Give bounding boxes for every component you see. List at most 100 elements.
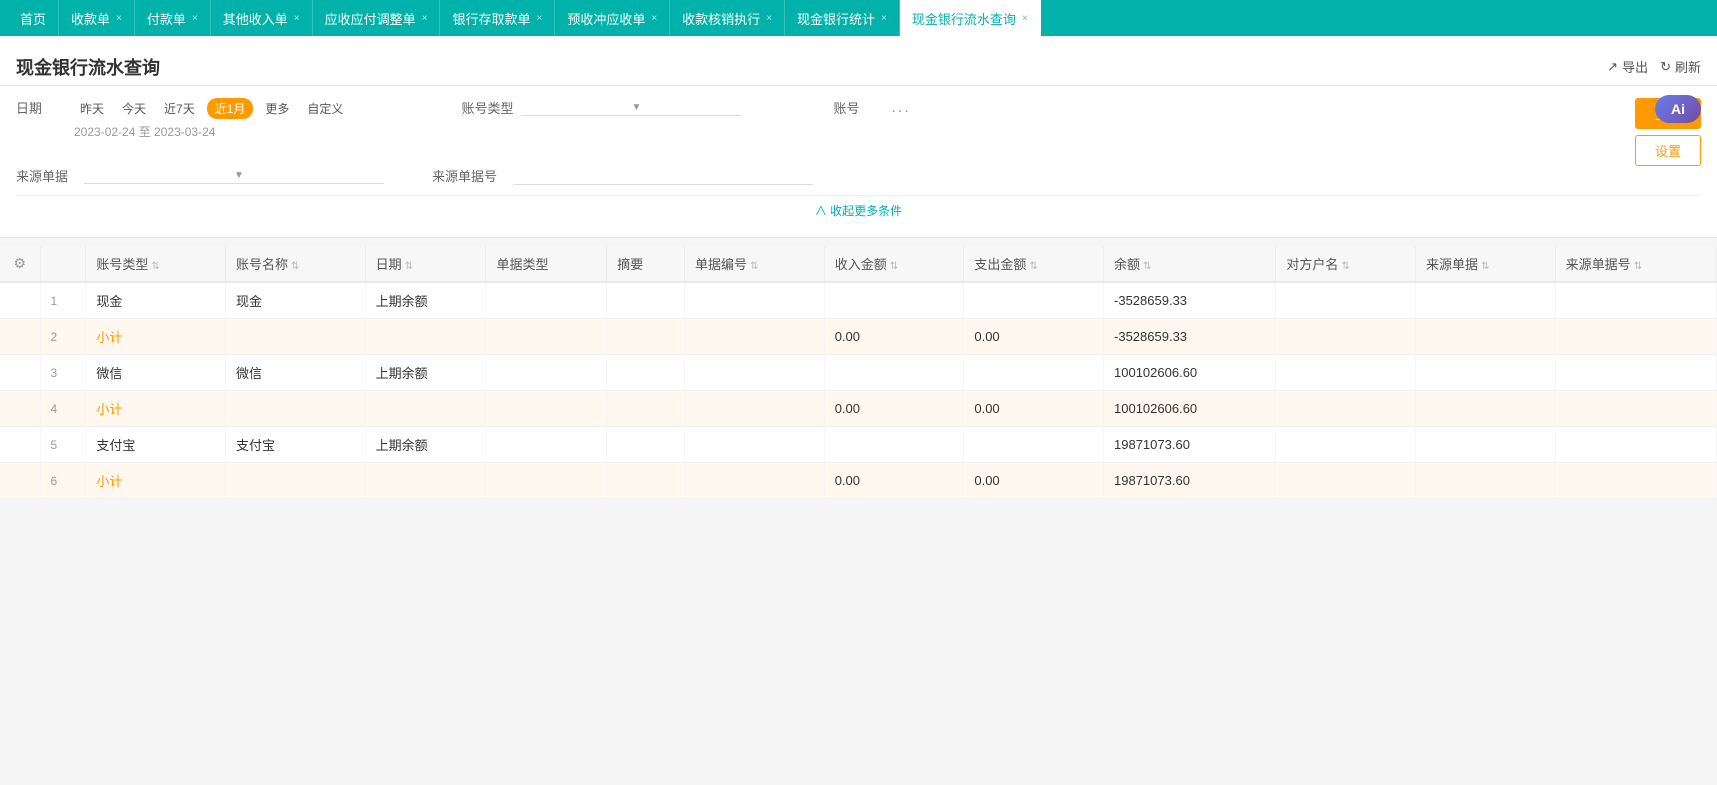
nav-cash-flow-query[interactable]: 现金银行流水查询 × bbox=[900, 0, 1041, 36]
row-index: 5 bbox=[40, 427, 86, 463]
sort-balance-icon: ⇅ bbox=[1143, 261, 1151, 272]
col-doc-type: 单据类型 bbox=[486, 246, 607, 282]
col-source-doc-no[interactable]: 来源单据号⇅ bbox=[1555, 246, 1716, 282]
account-dots[interactable]: ... bbox=[891, 99, 910, 117]
row-gear-cell bbox=[0, 391, 40, 427]
close-bank-deposit-icon[interactable]: × bbox=[536, 13, 542, 24]
data-table: ⚙ 账号类型⇅ 账号名称⇅ 日期⇅ 单据类型 摘要 单据编号⇅ 收入金额⇅ 支出… bbox=[0, 246, 1717, 499]
col-account-type[interactable]: 账号类型⇅ bbox=[86, 246, 226, 282]
close-payment-icon[interactable]: × bbox=[192, 13, 198, 24]
row-index: 4 bbox=[40, 391, 86, 427]
source-doc-num-field[interactable] bbox=[517, 168, 809, 182]
row-income bbox=[824, 427, 964, 463]
page-title: 现金银行流水查询 bbox=[16, 54, 160, 80]
row-account-type: 现金 bbox=[86, 282, 226, 319]
date-today[interactable]: 今天 bbox=[116, 98, 152, 119]
row-date bbox=[365, 463, 486, 499]
row-source-doc bbox=[1416, 282, 1556, 319]
col-summary: 摘要 bbox=[607, 246, 685, 282]
col-gear[interactable]: ⚙ bbox=[0, 246, 40, 282]
row-income: 0.00 bbox=[824, 463, 964, 499]
ai-badge[interactable]: Ai bbox=[1655, 95, 1701, 123]
row-account-name bbox=[225, 391, 365, 427]
close-receipt-icon[interactable]: × bbox=[116, 13, 122, 24]
table-header-row: ⚙ 账号类型⇅ 账号名称⇅ 日期⇅ 单据类型 摘要 单据编号⇅ 收入金额⇅ 支出… bbox=[0, 246, 1717, 282]
col-account-name[interactable]: 账号名称⇅ bbox=[225, 246, 365, 282]
close-prepay-offset-icon[interactable]: × bbox=[651, 13, 657, 24]
row-account-name: 微信 bbox=[225, 355, 365, 391]
table-row: 2 小计 0.00 0.00 -3528659.33 bbox=[0, 319, 1717, 355]
row-doc-type bbox=[486, 463, 607, 499]
row-expense: 0.00 bbox=[964, 463, 1104, 499]
row-counterparty bbox=[1276, 282, 1416, 319]
source-doc-select[interactable]: ▼ bbox=[84, 168, 384, 184]
collapse-bar[interactable]: ∧ 收起更多条件 bbox=[16, 195, 1701, 225]
nav-receipt[interactable]: 收款单 × bbox=[59, 0, 135, 36]
row-doc-no bbox=[685, 391, 825, 427]
sort-account-name-icon: ⇅ bbox=[291, 261, 299, 272]
close-cash-stats-icon[interactable]: × bbox=[881, 13, 887, 24]
account-type-select[interactable]: ▼ bbox=[521, 100, 741, 116]
date-1month[interactable]: 近1月 bbox=[207, 98, 254, 119]
row-index: 1 bbox=[40, 282, 86, 319]
nav-prepay-offset[interactable]: 预收冲应收单 × bbox=[555, 0, 670, 36]
col-doc-no[interactable]: 单据编号⇅ bbox=[685, 246, 825, 282]
nav-payment[interactable]: 付款单 × bbox=[135, 0, 211, 36]
row-counterparty bbox=[1276, 319, 1416, 355]
setting-button[interactable]: 设置 bbox=[1635, 135, 1701, 166]
date-yesterday[interactable]: 昨天 bbox=[74, 98, 110, 119]
table-row: 4 小计 0.00 0.00 100102606.60 bbox=[0, 391, 1717, 427]
table-body: 1 现金 现金 上期余额 -3528659.33 2 小计 0.00 0.00 … bbox=[0, 282, 1717, 499]
row-expense: 0.00 bbox=[964, 391, 1104, 427]
close-other-income-icon[interactable]: × bbox=[294, 13, 300, 24]
row-account-name bbox=[225, 463, 365, 499]
nav-home[interactable]: 首页 bbox=[8, 0, 59, 36]
date-7days[interactable]: 近7天 bbox=[158, 98, 201, 119]
close-adjustment-icon[interactable]: × bbox=[422, 13, 428, 24]
row-account-type: 微信 bbox=[86, 355, 226, 391]
row-date: 上期余额 bbox=[365, 355, 486, 391]
table-row: 6 小计 0.00 0.00 19871073.60 bbox=[0, 463, 1717, 499]
nav-adjustment[interactable]: 应收应付调整单 × bbox=[313, 0, 441, 36]
col-income[interactable]: 收入金额⇅ bbox=[824, 246, 964, 282]
refresh-button[interactable]: ↻ 刷新 bbox=[1660, 57, 1701, 76]
account-label: 账号 bbox=[833, 98, 883, 117]
date-custom[interactable]: 自定义 bbox=[301, 98, 349, 119]
row-account-type: 小计 bbox=[86, 319, 226, 355]
row-doc-no bbox=[685, 355, 825, 391]
date-shortcuts: 昨天 今天 近7天 近1月 更多 自定义 bbox=[74, 98, 349, 119]
row-doc-no bbox=[685, 463, 825, 499]
col-expense[interactable]: 支出金额⇅ bbox=[964, 246, 1104, 282]
nav-cash-stats[interactable]: 现金银行统计 × bbox=[785, 0, 900, 36]
row-account-name bbox=[225, 319, 365, 355]
data-table-wrap: ⚙ 账号类型⇅ 账号名称⇅ 日期⇅ 单据类型 摘要 单据编号⇅ 收入金额⇅ 支出… bbox=[0, 246, 1717, 499]
account-type-label: 账号类型 bbox=[461, 98, 513, 117]
row-income bbox=[824, 282, 964, 319]
nav-other-income[interactable]: 其他收入单 × bbox=[211, 0, 313, 36]
row-balance: -3528659.33 bbox=[1104, 319, 1276, 355]
close-receipt-exec-icon[interactable]: × bbox=[766, 13, 772, 24]
row-doc-no bbox=[685, 427, 825, 463]
source-doc-num-input[interactable] bbox=[513, 166, 813, 185]
row-expense bbox=[964, 355, 1104, 391]
row-counterparty bbox=[1276, 427, 1416, 463]
row-balance: 100102606.60 bbox=[1104, 355, 1276, 391]
row-source-doc bbox=[1416, 355, 1556, 391]
export-button[interactable]: ↗ 导出 bbox=[1607, 57, 1648, 76]
refresh-icon: ↻ bbox=[1660, 59, 1671, 75]
col-balance[interactable]: 余额⇅ bbox=[1104, 246, 1276, 282]
date-more[interactable]: 更多 bbox=[259, 98, 295, 119]
close-cash-flow-query-icon[interactable]: × bbox=[1022, 13, 1028, 24]
sort-counterparty-icon: ⇅ bbox=[1341, 261, 1349, 272]
nav-receipt-exec[interactable]: 收款核销执行 × bbox=[670, 0, 785, 36]
row-source-doc-no bbox=[1555, 463, 1716, 499]
row-source-doc bbox=[1416, 391, 1556, 427]
col-date[interactable]: 日期⇅ bbox=[365, 246, 486, 282]
page-header: 现金银行流水查询 ↗ 导出 ↻ 刷新 bbox=[0, 36, 1717, 86]
nav-bank-deposit[interactable]: 银行存取款单 × bbox=[440, 0, 555, 36]
row-gear-cell bbox=[0, 355, 40, 391]
col-counterparty[interactable]: 对方户名⇅ bbox=[1276, 246, 1416, 282]
source-doc-label: 来源单据 bbox=[16, 166, 68, 185]
row-expense: 0.00 bbox=[964, 319, 1104, 355]
col-source-doc[interactable]: 来源单据⇅ bbox=[1416, 246, 1556, 282]
